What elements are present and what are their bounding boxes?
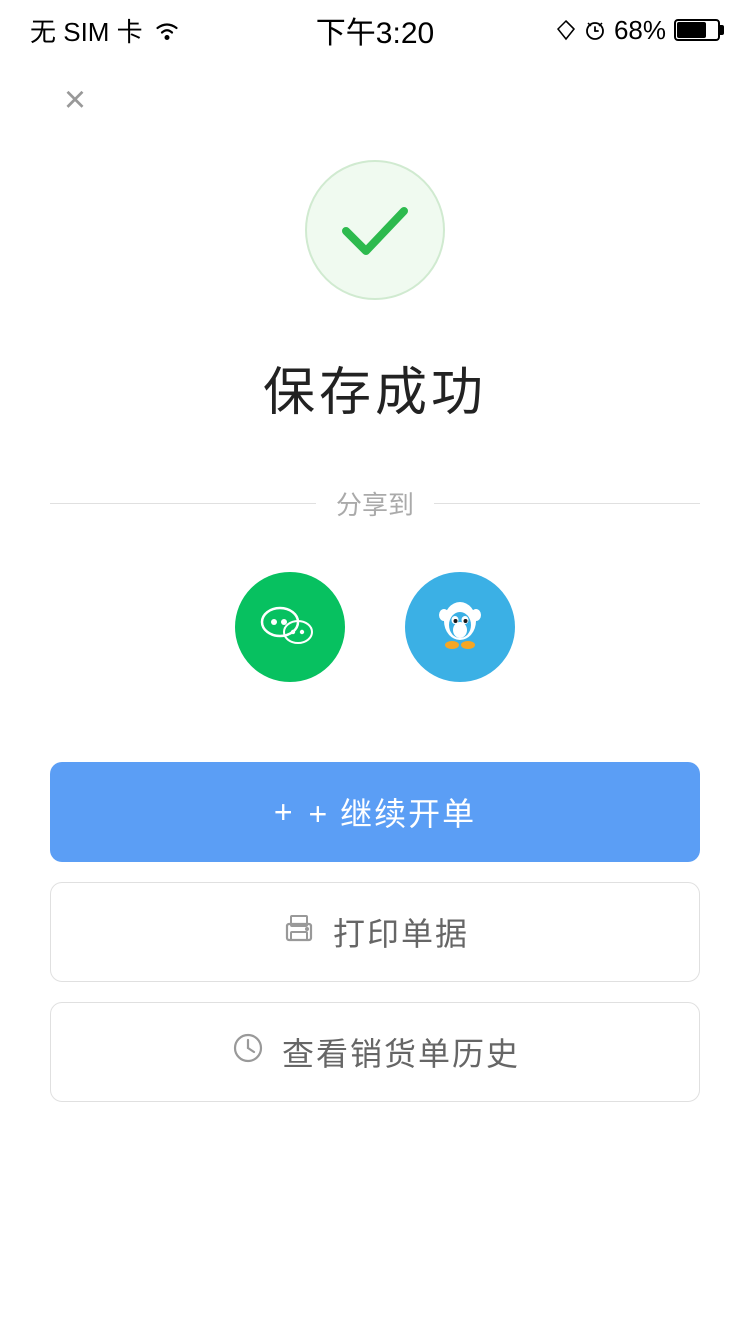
success-icon-circle [305, 160, 445, 300]
qq-icon [430, 595, 490, 659]
main-content: 保存成功 分享到 [0, 60, 750, 1102]
share-divider: 分享到 [50, 485, 700, 522]
qq-share-button[interactable] [405, 572, 515, 682]
history-button[interactable]: 查看销货单历史 [50, 1002, 700, 1102]
action-buttons: + + 继续开单 打印单据 查看销货单 [50, 762, 700, 1102]
continue-label: + 继续开单 [309, 789, 477, 835]
share-icons [235, 572, 515, 682]
alarm-icon [584, 19, 606, 41]
wechat-icon [258, 598, 322, 656]
print-button[interactable]: 打印单据 [50, 882, 700, 982]
status-carrier: 无 SIM 卡 [30, 12, 181, 49]
wechat-share-button[interactable] [235, 572, 345, 682]
continue-button[interactable]: + + 继续开单 [50, 762, 700, 862]
close-button[interactable]: × [50, 75, 100, 125]
clock-icon [230, 1030, 266, 1074]
success-title: 保存成功 [263, 350, 487, 425]
status-time: 下午3:20 [316, 8, 434, 52]
divider-left [50, 503, 316, 504]
printer-icon [281, 910, 317, 954]
share-label: 分享到 [336, 485, 414, 522]
divider-right [434, 503, 700, 504]
history-label: 查看销货单历史 [282, 1029, 520, 1075]
battery-icon [674, 19, 720, 41]
location-icon [556, 19, 576, 41]
status-icons: 68% [556, 15, 720, 46]
battery-pct: 68% [614, 15, 666, 46]
wifi-icon [153, 19, 181, 41]
print-label: 打印单据 [333, 909, 469, 955]
status-bar: 无 SIM 卡 下午3:20 68% [0, 0, 750, 60]
plus-icon: + [274, 794, 293, 831]
checkmark-icon [340, 203, 410, 258]
